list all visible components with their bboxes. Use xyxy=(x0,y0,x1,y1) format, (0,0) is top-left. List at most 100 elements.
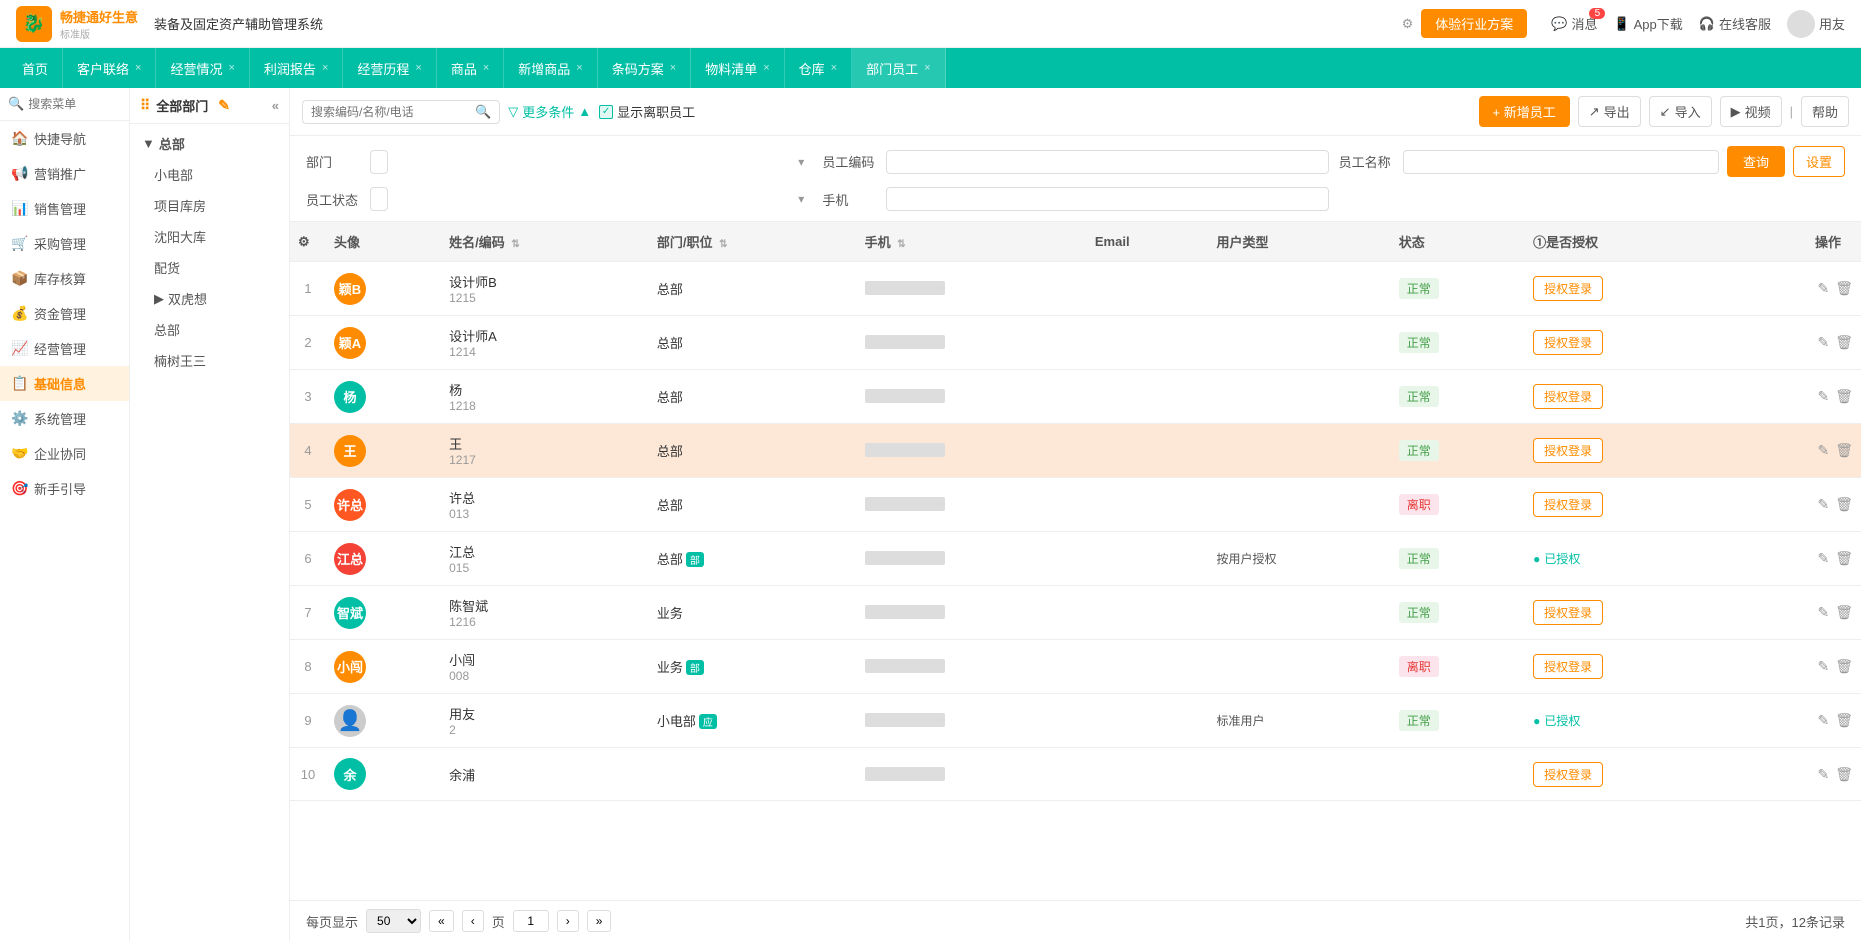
close-icon[interactable]: × xyxy=(576,62,582,74)
page-number-input[interactable] xyxy=(513,910,549,932)
close-icon[interactable]: × xyxy=(228,62,234,74)
delete-icon[interactable]: 🗑 xyxy=(1835,766,1853,783)
tab-employees[interactable]: 部门员工 × xyxy=(852,48,945,88)
tab-customer[interactable]: 客户联络 × xyxy=(63,48,156,88)
dept-item-hq2[interactable]: 总部 xyxy=(130,314,289,345)
message-icon-item[interactable]: 💬 消息 5 xyxy=(1551,14,1597,33)
edit-icon[interactable]: ✎ xyxy=(1817,442,1829,459)
auth-login-button[interactable]: 授权登录 xyxy=(1533,654,1603,679)
delete-icon[interactable]: 🗑 xyxy=(1835,442,1853,459)
tab-barcode[interactable]: 条码方案 × xyxy=(598,48,691,88)
tab-journey[interactable]: 经营历程 × xyxy=(343,48,436,88)
close-icon[interactable]: × xyxy=(924,62,930,74)
edit-icon[interactable]: ✎ xyxy=(1817,280,1829,297)
auth-login-button[interactable]: 授权登录 xyxy=(1533,762,1603,787)
auth-login-button[interactable]: 授权登录 xyxy=(1533,384,1603,409)
next-page-btn[interactable]: › xyxy=(557,910,579,932)
tab-home[interactable]: 首页 xyxy=(8,48,63,88)
user-item[interactable]: 用友 xyxy=(1787,10,1845,38)
dept-item-headquarters[interactable]: ▼ 总部 xyxy=(130,128,289,159)
close-icon[interactable]: × xyxy=(483,62,489,74)
col-settings[interactable]: ⚙ xyxy=(290,222,326,262)
view-button[interactable]: ▶ 视频 xyxy=(1720,96,1782,127)
emp-status-select[interactable] xyxy=(370,187,388,211)
delete-icon[interactable]: 🗑 xyxy=(1835,604,1853,621)
prev-page-btn[interactable]: ‹ xyxy=(462,910,484,932)
sidebar-item-guide[interactable]: 🎯 新手引导 xyxy=(0,471,129,506)
dept-select[interactable] xyxy=(370,150,388,174)
dept-item-shuanghu[interactable]: ▶ 双虎想 xyxy=(130,283,289,314)
delete-icon[interactable]: 🗑 xyxy=(1835,550,1853,567)
delete-icon[interactable]: 🗑 xyxy=(1835,334,1853,351)
auth-login-button[interactable]: 授权登录 xyxy=(1533,438,1603,463)
phone-input[interactable] xyxy=(886,187,1328,211)
edit-icon[interactable]: ✎ xyxy=(1817,388,1829,405)
show-resigned-check[interactable]: ✓ 显示离职员工 xyxy=(599,102,695,121)
set-button[interactable]: 设置 xyxy=(1793,146,1845,177)
search-input[interactable] xyxy=(311,105,471,119)
try-plan-button[interactable]: 体验行业方案 xyxy=(1421,9,1527,38)
settings-gear-icon[interactable]: ⚙ xyxy=(1402,16,1414,32)
col-dept[interactable]: 部门/职位 ⇅ xyxy=(649,222,857,262)
help-button[interactable]: 帮助 xyxy=(1801,96,1849,127)
tab-add-goods[interactable]: 新增商品 × xyxy=(504,48,597,88)
sidebar-search-input[interactable] xyxy=(28,97,130,111)
tab-goods[interactable]: 商品 × xyxy=(437,48,504,88)
sidebar-item-management[interactable]: 📈 经营管理 xyxy=(0,331,129,366)
close-icon[interactable]: × xyxy=(670,62,676,74)
dept-item-electronics[interactable]: 小电部 xyxy=(130,159,289,190)
tab-profit[interactable]: 利润报告 × xyxy=(250,48,343,88)
tab-operation[interactable]: 经营情况 × xyxy=(156,48,249,88)
delete-icon[interactable]: 🗑 xyxy=(1835,658,1853,675)
query-button[interactable]: 查询 xyxy=(1727,146,1785,177)
dept-item-distribution[interactable]: 配货 xyxy=(130,252,289,283)
dept-item-shenyang[interactable]: 沈阳大库 xyxy=(130,221,289,252)
last-page-btn[interactable]: » xyxy=(587,910,612,932)
sidebar-item-cooperation[interactable]: 🤝 企业协同 xyxy=(0,436,129,471)
sidebar-item-basic-info[interactable]: 📋 基础信息 xyxy=(0,366,129,401)
first-page-btn[interactable]: « xyxy=(429,910,454,932)
import-button[interactable]: ↙ 导入 xyxy=(1649,96,1712,127)
dept-collapse-icon[interactable]: « xyxy=(272,98,279,113)
close-icon[interactable]: × xyxy=(831,62,837,74)
edit-icon[interactable]: ✎ xyxy=(1817,496,1829,513)
page-size-select[interactable]: 50 20 100 xyxy=(366,909,421,933)
more-conditions-btn[interactable]: ▽ 更多条件 ▲ xyxy=(508,102,591,121)
edit-icon[interactable]: ✎ xyxy=(1817,604,1829,621)
sidebar-item-quick-nav[interactable]: 🏠 快捷导航 xyxy=(0,121,129,156)
delete-icon[interactable]: 🗑 xyxy=(1835,496,1853,513)
dept-edit-icon[interactable]: ✎ xyxy=(218,97,230,114)
close-icon[interactable]: × xyxy=(135,62,141,74)
dept-item-project[interactable]: 项目库房 xyxy=(130,190,289,221)
delete-icon[interactable]: 🗑 xyxy=(1835,280,1853,297)
sidebar-item-inventory[interactable]: 📦 库存核算 xyxy=(0,261,129,296)
close-icon[interactable]: × xyxy=(322,62,328,74)
auth-login-button[interactable]: 授权登录 xyxy=(1533,330,1603,355)
edit-icon[interactable]: ✎ xyxy=(1817,550,1829,567)
auth-login-button[interactable]: 授权登录 xyxy=(1533,600,1603,625)
auth-login-button[interactable]: 授权登录 xyxy=(1533,492,1603,517)
edit-icon[interactable]: ✎ xyxy=(1817,766,1829,783)
close-icon[interactable]: × xyxy=(415,62,421,74)
export-button[interactable]: ↗ 导出 xyxy=(1578,96,1641,127)
sidebar-item-finance[interactable]: 💰 资金管理 xyxy=(0,296,129,331)
emp-code-input[interactable] xyxy=(886,150,1328,174)
edit-icon[interactable]: ✎ xyxy=(1817,334,1829,351)
auth-login-button[interactable]: 授权登录 xyxy=(1533,276,1603,301)
edit-icon[interactable]: ✎ xyxy=(1817,712,1829,729)
sidebar-item-sales[interactable]: 📊 销售管理 xyxy=(0,191,129,226)
delete-icon[interactable]: 🗑 xyxy=(1835,712,1853,729)
tab-bom[interactable]: 物料清单 × xyxy=(691,48,784,88)
add-employee-button[interactable]: + 新增员工 xyxy=(1479,96,1570,127)
sidebar-item-marketing[interactable]: 📢 营销推广 xyxy=(0,156,129,191)
dept-item-nanshuwangsan[interactable]: 楠树王三 xyxy=(130,345,289,376)
tab-warehouse[interactable]: 仓库 × xyxy=(785,48,852,88)
edit-icon[interactable]: ✎ xyxy=(1817,658,1829,675)
col-name[interactable]: 姓名/编码 ⇅ xyxy=(441,222,649,262)
delete-icon[interactable]: 🗑 xyxy=(1835,388,1853,405)
online-service-item[interactable]: 🎧 在线客服 xyxy=(1699,14,1771,33)
col-phone[interactable]: 手机 ⇅ xyxy=(857,222,1087,262)
close-icon[interactable]: × xyxy=(763,62,769,74)
sidebar-item-system[interactable]: ⚙️ 系统管理 xyxy=(0,401,129,436)
app-download-item[interactable]: 📱 App下载 xyxy=(1613,14,1682,33)
